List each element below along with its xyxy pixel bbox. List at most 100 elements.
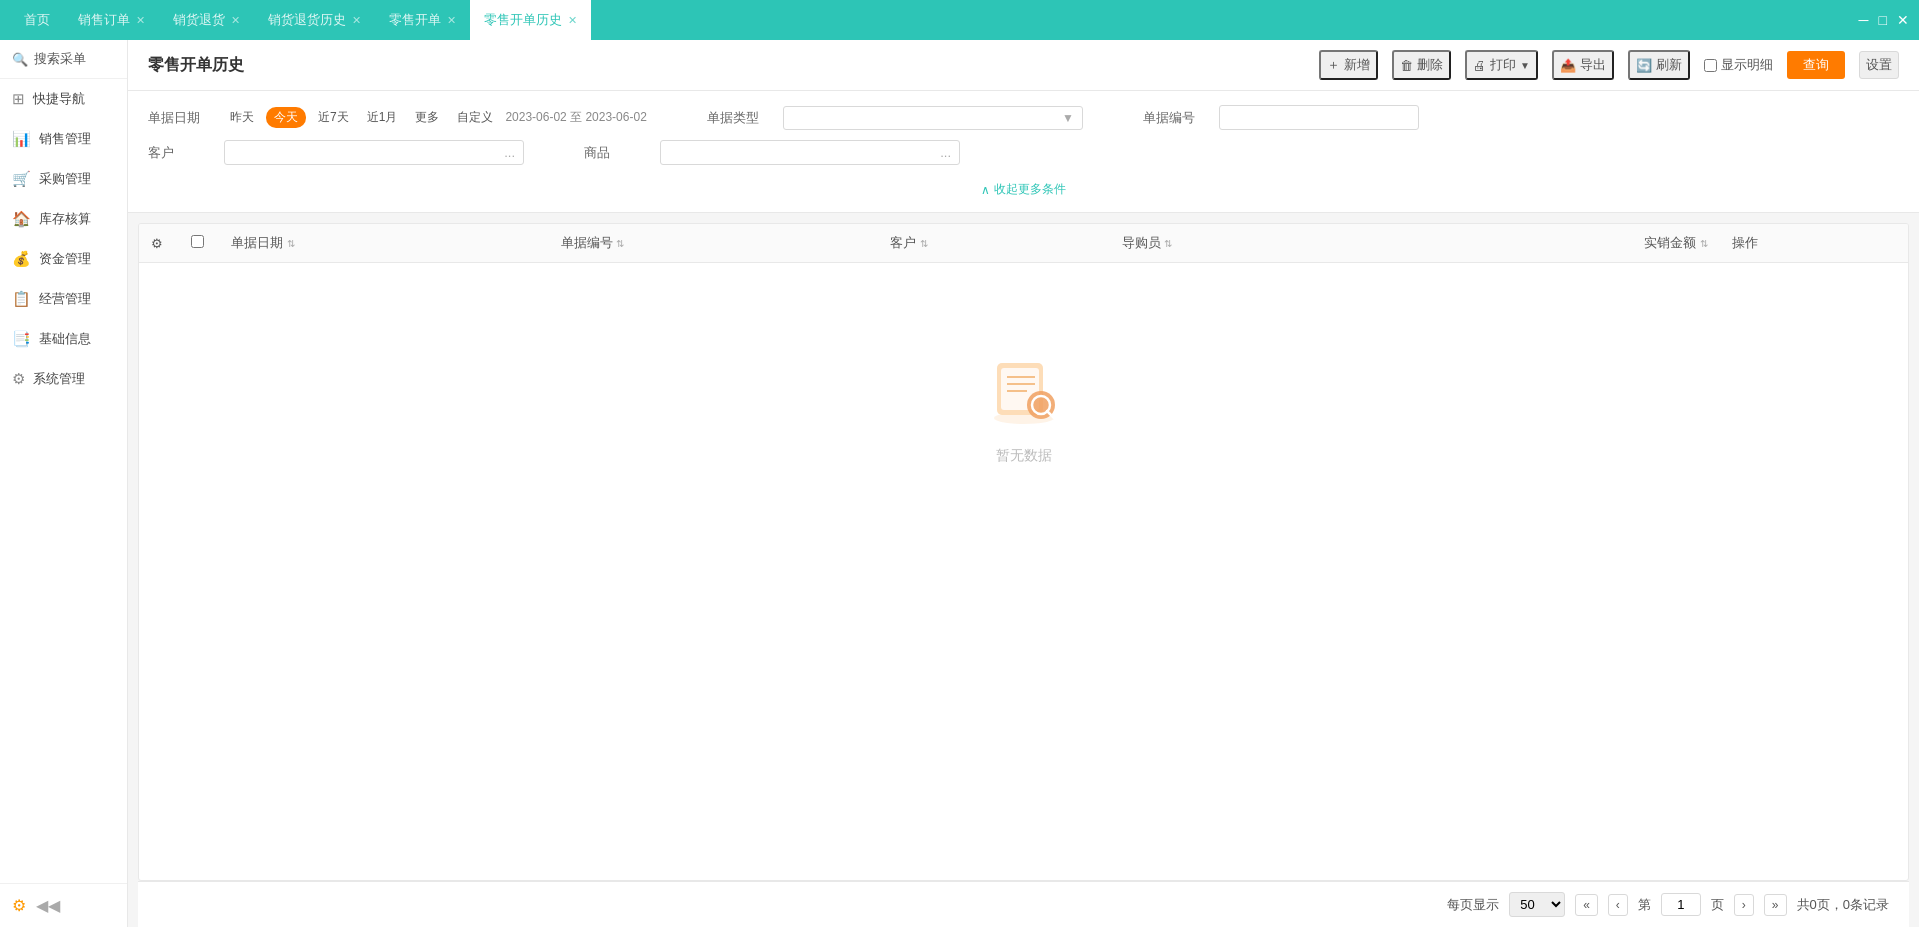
sidebar-item-quick-nav[interactable]: ⊞ 快捷导航 xyxy=(0,79,127,119)
data-table: ⚙ 单据日期 ⇅ 单据编号 ⇅ xyxy=(139,224,1908,545)
date-btn-1month[interactable]: 近1月 xyxy=(361,107,404,128)
sort-icon: ⇅ xyxy=(287,238,295,249)
sidebar-item-label: 资金管理 xyxy=(39,250,91,268)
delete-button[interactable]: 🗑 删除 xyxy=(1392,50,1451,80)
customer-dots-icon[interactable]: ... xyxy=(504,145,515,160)
sort-icon: ⇅ xyxy=(1164,238,1172,249)
print-label: 打印 xyxy=(1490,56,1516,74)
doc-no-label: 单据编号 xyxy=(1143,109,1199,127)
sidebar-item-purchase-mgmt[interactable]: 🛒 采购管理 xyxy=(0,159,127,199)
sidebar-item-inventory[interactable]: 🏠 库存核算 xyxy=(0,199,127,239)
window-max-btn[interactable]: □ xyxy=(1879,12,1887,28)
sidebar-search[interactable]: 🔍 搜索采单 xyxy=(0,40,127,79)
date-btn-7days[interactable]: 近7天 xyxy=(312,107,355,128)
add-label: 新增 xyxy=(1344,56,1370,74)
date-btn-today[interactable]: 今天 xyxy=(266,107,306,128)
product-select[interactable]: ... xyxy=(660,140,960,165)
settings-button[interactable]: 设置 xyxy=(1859,51,1899,79)
th-date[interactable]: 单据日期 ⇅ xyxy=(219,224,549,263)
page-title: 零售开单历史 xyxy=(148,55,1319,76)
date-btn-custom[interactable]: 自定义 xyxy=(451,107,499,128)
empty-state-row: 暂无数据 xyxy=(139,263,1908,546)
tab-sales-return-history[interactable]: 销货退货历史 ✕ xyxy=(254,0,375,40)
delete-icon: 🗑 xyxy=(1400,58,1413,73)
customer-select[interactable]: ... xyxy=(224,140,524,165)
th-doc-no[interactable]: 单据编号 ⇅ xyxy=(549,224,879,263)
select-all-checkbox[interactable] xyxy=(191,235,204,248)
tab-sales-return[interactable]: 销货退货 ✕ xyxy=(159,0,254,40)
product-dots-icon[interactable]: ... xyxy=(940,145,951,160)
query-button[interactable]: 查询 xyxy=(1787,51,1845,79)
display-detail-label: 显示明细 xyxy=(1721,56,1773,74)
filter-area: 单据日期 昨天 今天 近7天 近1月 更多 自定义 2023-06-02 至 2… xyxy=(128,91,1919,213)
tab-sales-order[interactable]: 销售订单 ✕ xyxy=(64,0,159,40)
th-amount-label: 实销金额 xyxy=(1644,235,1696,250)
tab-home-label: 首页 xyxy=(24,11,50,29)
refresh-button[interactable]: 🔄 刷新 xyxy=(1628,50,1690,80)
export-button[interactable]: 📤 导出 xyxy=(1552,50,1614,80)
page-last-btn[interactable]: » xyxy=(1764,894,1787,916)
table-header-row: ⚙ 单据日期 ⇅ 单据编号 ⇅ xyxy=(139,224,1908,263)
refresh-icon: 🔄 xyxy=(1636,58,1652,73)
page-of-label: 页 xyxy=(1711,896,1724,914)
window-min-btn[interactable]: ─ xyxy=(1859,12,1869,28)
delete-label: 删除 xyxy=(1417,56,1443,74)
page-number-input[interactable] xyxy=(1661,893,1701,916)
sidebar-item-sys-mgmt[interactable]: ⚙ 系统管理 xyxy=(0,359,127,399)
customer-label: 客户 xyxy=(148,144,204,162)
close-icon[interactable]: ✕ xyxy=(447,14,456,27)
tab-retail-open-history[interactable]: 零售开单历史 ✕ xyxy=(470,0,591,40)
window-controls: ─ □ ✕ xyxy=(1859,12,1909,28)
search-icon: 🔍 xyxy=(12,52,28,67)
table-wrapper: ⚙ 单据日期 ⇅ 单据编号 ⇅ xyxy=(138,223,1909,881)
quick-nav-icon: ⊞ xyxy=(12,90,25,108)
page-first-btn[interactable]: « xyxy=(1575,894,1598,916)
th-customer[interactable]: 客户 ⇅ xyxy=(878,224,1110,263)
doc-type-select[interactable]: ▼ xyxy=(783,106,1083,130)
add-button[interactable]: ＋ 新增 xyxy=(1319,50,1378,80)
collapse-button[interactable]: ∧ 收起更多条件 xyxy=(969,177,1078,202)
th-settings[interactable]: ⚙ xyxy=(139,224,179,263)
tab-home[interactable]: 首页 xyxy=(10,0,64,40)
doc-no-input[interactable] xyxy=(1219,105,1419,130)
pagination-bar: 每页显示 10 20 50 100 « ‹ 第 页 › » 共0页，0条记录 xyxy=(138,881,1909,927)
date-btn-yesterday[interactable]: 昨天 xyxy=(224,107,260,128)
display-detail-input[interactable] xyxy=(1704,59,1717,72)
filter-date-btns: 昨天 今天 近7天 近1月 更多 自定义 2023-06-02 至 2023-0… xyxy=(224,107,647,128)
print-icon: 🖨 xyxy=(1473,58,1486,73)
display-detail-checkbox[interactable]: 显示明细 xyxy=(1704,56,1773,74)
th-guide[interactable]: 导购员 ⇅ xyxy=(1110,224,1391,263)
close-icon[interactable]: ✕ xyxy=(231,14,240,27)
th-checkbox[interactable] xyxy=(179,224,219,263)
close-icon[interactable]: ✕ xyxy=(568,14,577,27)
per-page-select[interactable]: 10 20 50 100 xyxy=(1509,892,1565,917)
toolbar: ＋ 新增 🗑 删除 🖨 打印 ▼ 📤 导出 🔄 xyxy=(1319,50,1899,80)
page-prev-btn[interactable]: ‹ xyxy=(1608,894,1628,916)
close-icon[interactable]: ✕ xyxy=(352,14,361,27)
sidebar-item-sales-mgmt[interactable]: 📊 销售管理 xyxy=(0,119,127,159)
total-text: 共0页，0条记录 xyxy=(1797,896,1889,914)
settings-label: 设置 xyxy=(1866,56,1892,74)
main-layout: 🔍 搜索采单 ⊞ 快捷导航 📊 销售管理 🛒 采购管理 🏠 库存核算 💰 资金管… xyxy=(0,40,1919,927)
tab-retail-open[interactable]: 零售开单 ✕ xyxy=(375,0,470,40)
settings-bottom-icon[interactable]: ⚙ xyxy=(12,896,26,915)
sort-icon: ⇅ xyxy=(1700,238,1708,249)
ops-mgmt-icon: 📋 xyxy=(12,290,31,308)
sidebar-item-basic-info[interactable]: 📑 基础信息 xyxy=(0,319,127,359)
settings-icon[interactable]: ⚙ xyxy=(151,236,163,251)
print-button[interactable]: 🖨 打印 ▼ xyxy=(1465,50,1538,80)
sidebar-item-label: 采购管理 xyxy=(39,170,91,188)
sidebar-search-label: 搜索采单 xyxy=(34,50,86,68)
close-icon[interactable]: ✕ xyxy=(136,14,145,27)
sidebar-item-finance[interactable]: 💰 资金管理 xyxy=(0,239,127,279)
sidebar-item-label: 库存核算 xyxy=(39,210,91,228)
sidebar-collapse-icon[interactable]: ◀◀ xyxy=(36,896,60,915)
sys-mgmt-icon: ⚙ xyxy=(12,370,25,388)
sidebar-item-ops-mgmt[interactable]: 📋 经营管理 xyxy=(0,279,127,319)
date-btn-more[interactable]: 更多 xyxy=(409,107,445,128)
sidebar-item-label: 系统管理 xyxy=(33,370,85,388)
window-close-btn[interactable]: ✕ xyxy=(1897,12,1909,28)
finance-icon: 💰 xyxy=(12,250,31,268)
th-amount[interactable]: 实销金额 ⇅ xyxy=(1390,224,1720,263)
page-next-btn[interactable]: › xyxy=(1734,894,1754,916)
